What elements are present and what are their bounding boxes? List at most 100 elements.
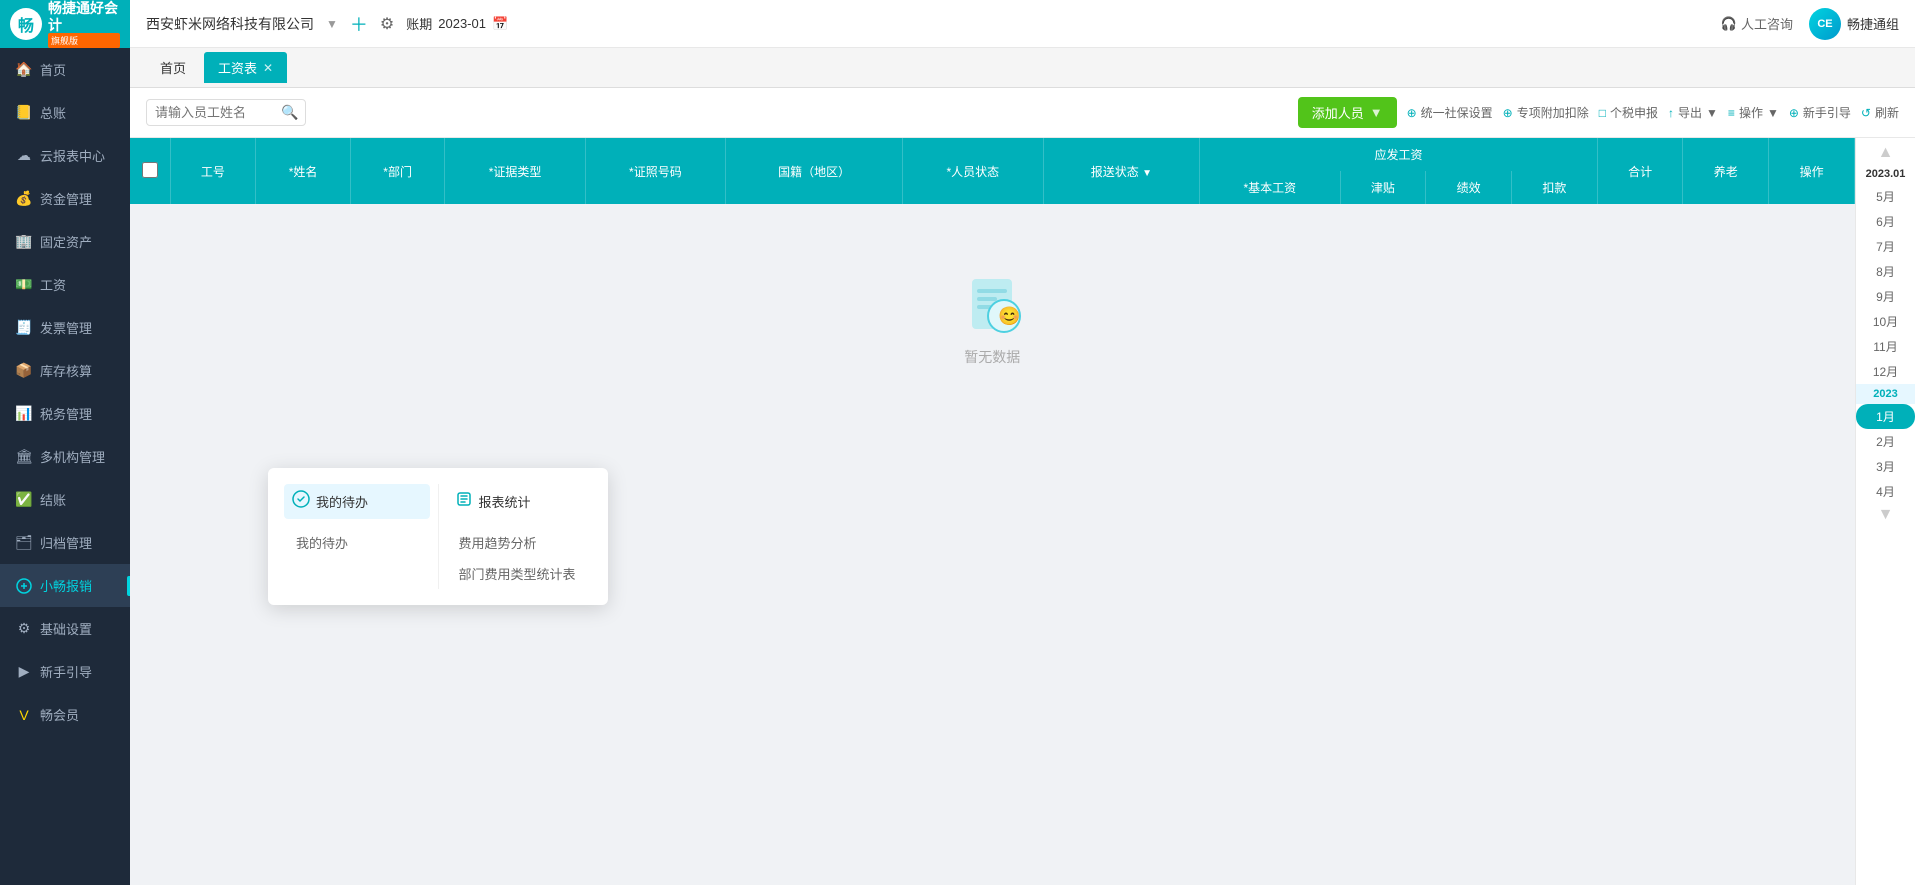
date-month-11[interactable]: 11月 bbox=[1856, 334, 1915, 359]
toolbar-actions: 添加人员 ▼ ⊕ 统一社保设置 ⊕ 专项附加扣除 □ 个税申报 ↑ 导出 bbox=[1298, 97, 1899, 128]
sidebar-item-tax-label: 税务管理 bbox=[40, 404, 92, 423]
service-button[interactable]: 🎧 人工咨询 bbox=[1721, 14, 1793, 33]
date-month-4[interactable]: 4月 bbox=[1856, 479, 1915, 504]
report-icon bbox=[455, 490, 473, 513]
popup-report-item-1[interactable]: 费用趋势分析 bbox=[447, 527, 593, 558]
th-id-type: *证据类型 bbox=[445, 138, 585, 204]
settings-icon: ⚙ bbox=[16, 621, 32, 637]
personal-tax-icon: □ bbox=[1599, 106, 1606, 120]
date-month-10[interactable]: 10月 bbox=[1856, 309, 1915, 334]
sidebar-item-fixed-assets-label: 固定资产 bbox=[40, 232, 92, 251]
date-month-8[interactable]: 8月 bbox=[1856, 259, 1915, 284]
home-icon: 🏠 bbox=[16, 62, 32, 78]
sidebar-item-xiaochang-label: 小畅报销 bbox=[40, 576, 92, 595]
inventory-icon: 📦 bbox=[16, 363, 32, 379]
sidebar-item-member-label: 畅会员 bbox=[40, 705, 79, 724]
app-badge: 旗舰版 bbox=[48, 33, 120, 48]
date-month-7[interactable]: 7月 bbox=[1856, 234, 1915, 259]
sidebar-item-multi-org[interactable]: 🏛 多机构管理 bbox=[0, 435, 130, 478]
sidebar-item-xiaochang[interactable]: 小畅报销 bbox=[0, 564, 130, 607]
popup-todo-title: 我的待办 bbox=[316, 492, 368, 511]
new-guide-icon: ⊕ bbox=[1789, 106, 1799, 120]
todo-icon bbox=[292, 490, 310, 513]
export-label: 导出 bbox=[1678, 104, 1702, 121]
calendar-icon[interactable]: 📅 bbox=[492, 16, 508, 32]
new-guide-label: 新手引导 bbox=[1803, 104, 1851, 121]
sidebar-item-invoice[interactable]: 🧾 发票管理 bbox=[0, 306, 130, 349]
sidebar-item-ledger[interactable]: 📒 总账 bbox=[0, 91, 130, 134]
sidebar-item-member[interactable]: V 畅会员 bbox=[0, 693, 130, 736]
sidebar-item-salary[interactable]: 💵 工资 bbox=[0, 263, 130, 306]
sidebar-item-home[interactable]: 🏠 首页 bbox=[0, 48, 130, 91]
popup-report-header[interactable]: 报表统计 bbox=[447, 484, 593, 519]
content-area: 🔍 添加人员 ▼ ⊕ 统一社保设置 ⊕ 专项附加扣除 □ 个税申报 bbox=[130, 88, 1915, 885]
guide-icon: ▶ bbox=[16, 664, 32, 680]
th-total: 合计 bbox=[1597, 138, 1683, 204]
sidebar-item-new-guide[interactable]: ▶ 新手引导 bbox=[0, 650, 130, 693]
add-person-label: 添加人员 bbox=[1312, 103, 1364, 122]
search-input[interactable] bbox=[155, 105, 275, 120]
topbar-settings-button[interactable]: ⚙ bbox=[380, 14, 394, 34]
popup-divider bbox=[438, 484, 439, 589]
special-deduction-label: 专项附加扣除 bbox=[1517, 104, 1589, 121]
social-insurance-button[interactable]: ⊕ 统一社保设置 bbox=[1407, 104, 1493, 121]
operations-button[interactable]: ≡ 操作 ▼ bbox=[1728, 104, 1779, 121]
popup-todo-header[interactable]: 我的待办 bbox=[284, 484, 430, 519]
date-year-2023: 2023 bbox=[1856, 384, 1915, 404]
th-allowance: 津贴 bbox=[1340, 171, 1426, 204]
sidebar-item-invoice-label: 发票管理 bbox=[40, 318, 92, 337]
date-nav-up[interactable]: ▲ bbox=[1876, 142, 1896, 164]
sidebar-item-fund[interactable]: 💰 资金管理 bbox=[0, 177, 130, 220]
sidebar-item-tax[interactable]: 📊 税务管理 bbox=[0, 392, 130, 435]
refresh-button[interactable]: ↺ 刷新 bbox=[1861, 104, 1899, 121]
date-month-3[interactable]: 3月 bbox=[1856, 454, 1915, 479]
date-month-12[interactable]: 12月 bbox=[1856, 359, 1915, 384]
tab-home[interactable]: 首页 bbox=[146, 52, 200, 83]
topbar-add-button[interactable]: ＋ bbox=[350, 11, 368, 37]
svg-text:😊: 😊 bbox=[998, 306, 1020, 326]
date-month-2[interactable]: 2月 bbox=[1856, 429, 1915, 454]
sidebar-item-basic-settings[interactable]: ⚙ 基础设置 bbox=[0, 607, 130, 650]
member-icon: V bbox=[16, 707, 32, 723]
popup-columns: 我的待办 我的待办 报表统计 费用趋 bbox=[284, 484, 592, 589]
date-month-1-current[interactable]: 1月 bbox=[1856, 404, 1915, 429]
date-nav-down[interactable]: ▼ bbox=[1876, 504, 1896, 526]
th-checkbox bbox=[130, 138, 170, 204]
sidebar-item-archive[interactable]: 🗂 归档管理 bbox=[0, 521, 130, 564]
search-icon[interactable]: 🔍 bbox=[281, 104, 298, 121]
topbar-right: 🎧 人工咨询 CE 畅捷通组 bbox=[1721, 8, 1899, 40]
sidebar-item-new-guide-label: 新手引导 bbox=[40, 662, 92, 681]
date-month-9[interactable]: 9月 bbox=[1856, 284, 1915, 309]
special-deduction-button[interactable]: ⊕ 专项附加扣除 bbox=[1503, 104, 1589, 121]
sidebar-item-fund-label: 资金管理 bbox=[40, 189, 92, 208]
sidebar-item-fixed-assets[interactable]: 🏢 固定资产 bbox=[0, 220, 130, 263]
refresh-label: 刷新 bbox=[1875, 104, 1899, 121]
company-name: 西安虾米网络科技有限公司 bbox=[146, 14, 314, 34]
user-menu[interactable]: CE 畅捷通组 bbox=[1809, 8, 1899, 40]
sidebar-item-cloud-report[interactable]: ☁ 云报表中心 bbox=[0, 134, 130, 177]
tab-close-icon[interactable]: ✕ bbox=[263, 61, 273, 75]
tab-home-label: 首页 bbox=[160, 58, 186, 77]
sidebar-item-settlement[interactable]: ✅ 结账 bbox=[0, 478, 130, 521]
add-person-button[interactable]: 添加人员 ▼ bbox=[1298, 97, 1397, 128]
sidebar: 畅 畅捷通好会计 旗舰版 🏠 首页 📒 总账 ☁ 云报表中心 💰 资金管理 🏢 … bbox=[0, 0, 130, 885]
date-month-6[interactable]: 6月 bbox=[1856, 209, 1915, 234]
export-button[interactable]: ↑ 导出 ▼ bbox=[1668, 104, 1718, 121]
personal-tax-button[interactable]: □ 个税申报 bbox=[1599, 104, 1658, 121]
popup-todo-item-1[interactable]: 我的待办 bbox=[284, 527, 430, 558]
service-label: 人工咨询 bbox=[1741, 14, 1793, 33]
xiaochang-icon bbox=[16, 578, 32, 594]
popup-report-item-2[interactable]: 部门费用类型统计表 bbox=[447, 558, 593, 589]
new-guide-button[interactable]: ⊕ 新手引导 bbox=[1789, 104, 1851, 121]
date-month-5[interactable]: 5月 bbox=[1856, 184, 1915, 209]
sidebar-item-inventory[interactable]: 📦 库存核算 bbox=[0, 349, 130, 392]
empty-text: 暂无数据 bbox=[964, 347, 1020, 367]
th-status: *人员状态 bbox=[903, 138, 1043, 204]
select-all-checkbox[interactable] bbox=[142, 162, 158, 178]
date-panel-header: 2023.01 bbox=[1862, 164, 1910, 184]
company-dropdown-icon[interactable]: ▼ bbox=[326, 17, 338, 31]
period-display: 账期 2023-01 📅 bbox=[406, 14, 508, 33]
tab-salary-table[interactable]: 工资表 ✕ bbox=[204, 52, 287, 83]
th-dept: *部门 bbox=[350, 138, 445, 204]
th-action: 操作 bbox=[1769, 138, 1855, 204]
